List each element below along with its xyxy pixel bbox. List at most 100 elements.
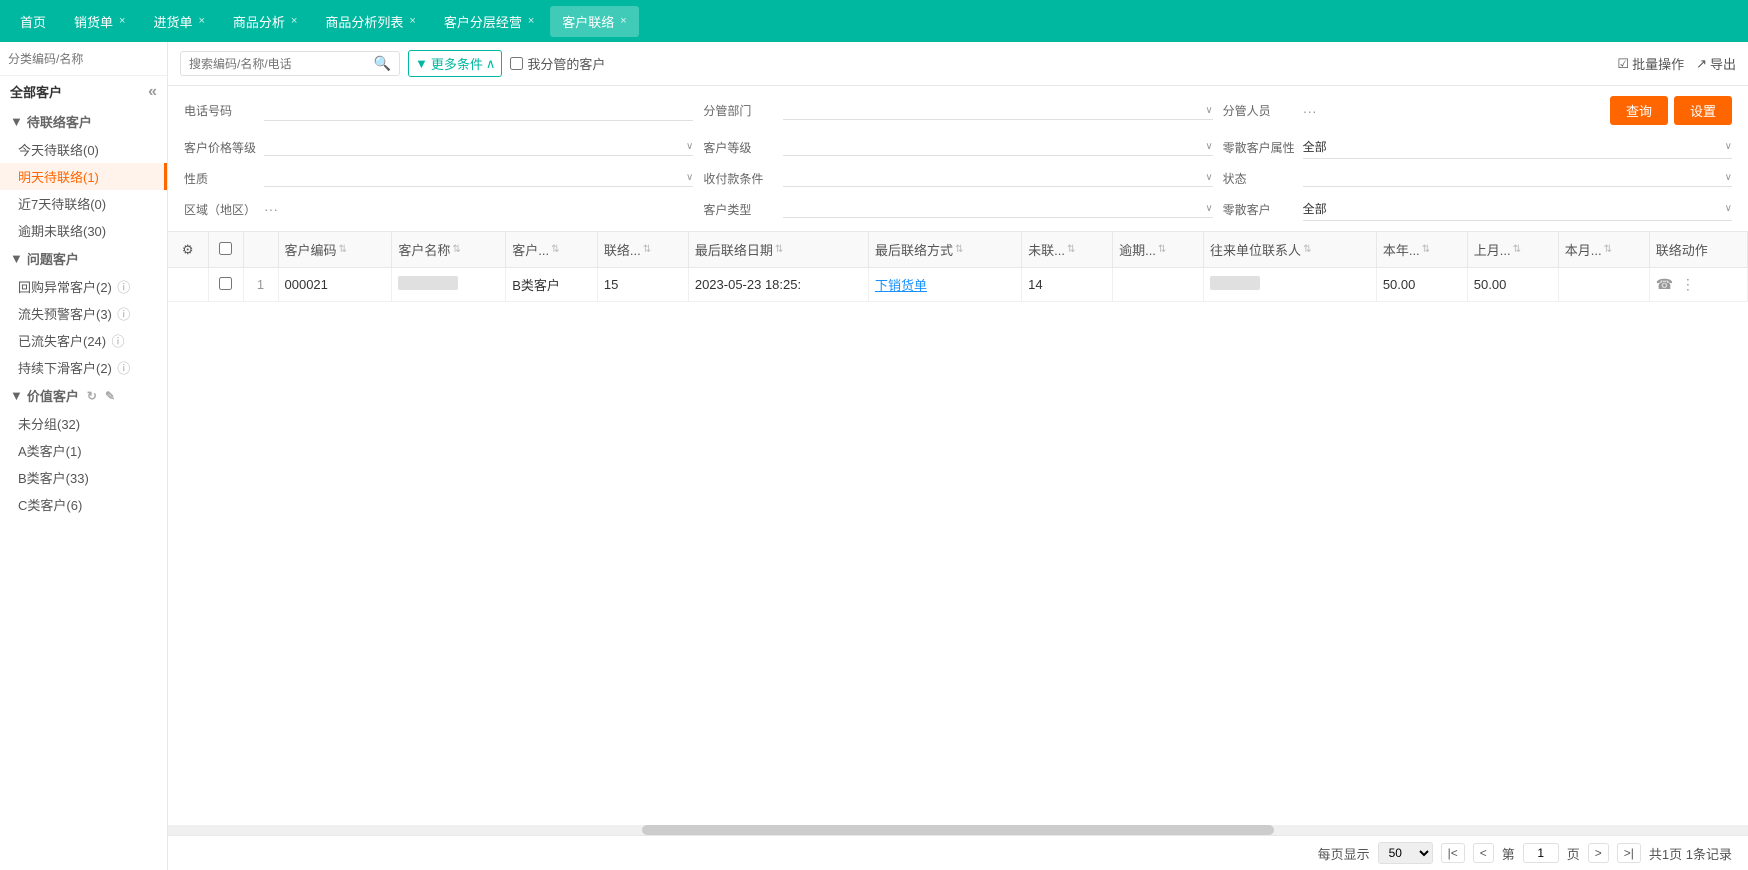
th-last-month[interactable]: 上月... ⇅ — [1467, 232, 1558, 268]
edit-icon[interactable]: ✎ — [105, 389, 115, 403]
close-customer-contact-icon[interactable]: × — [620, 15, 626, 27]
th-contact[interactable]: 联络... ⇅ — [597, 232, 688, 268]
sidebar-item-tomorrow[interactable]: 明天待联络(1) — [0, 163, 167, 190]
close-sales-order-icon[interactable]: × — [119, 15, 125, 27]
next-page-button[interactable]: > — [1588, 843, 1609, 863]
th-this-year[interactable]: 本年... ⇅ — [1376, 232, 1467, 268]
name-blur — [398, 276, 458, 290]
main-layout: 🔍 全部客户 « ▼ 待联络客户 今天待联络(0) 明天待联络(1) 近7天待联… — [0, 42, 1748, 870]
last-page-button[interactable]: >| — [1617, 843, 1641, 863]
person-dots-icon[interactable]: ··· — [1303, 103, 1317, 119]
nav-product-analysis-list[interactable]: 商品分析列表 × — [313, 6, 427, 37]
batch-operation-button[interactable]: ☑ 批量操作 — [1617, 54, 1684, 73]
sidebar-item-overdue[interactable]: 逾期未联络(30) — [0, 217, 167, 244]
dept-label: 分管部门 — [703, 102, 775, 119]
sidebar-search-input[interactable] — [8, 52, 163, 66]
th-overdue[interactable]: 逾期... ⇅ — [1113, 232, 1204, 268]
settings-button[interactable]: 设置 — [1674, 96, 1732, 125]
nature-select[interactable]: ∨ — [264, 169, 693, 187]
dept-arrow-icon: ∨ — [1205, 105, 1212, 116]
table-header-row: ⚙ 客户编码 ⇅ — [168, 232, 1748, 268]
sidebar-item-lost[interactable]: 已流失客户(24) ⓘ — [0, 327, 167, 354]
sidebar-item-today[interactable]: 今天待联络(0) — [0, 136, 167, 163]
sidebar-item-c-class[interactable]: C类客户(6) — [0, 491, 167, 518]
payment-select[interactable]: ∨ — [783, 169, 1212, 187]
filter-nature: 性质 ∨ — [184, 169, 693, 187]
sidebar-item-a-class[interactable]: A类客户(1) — [0, 437, 167, 464]
nav-sales-order[interactable]: 销货单 × — [62, 6, 137, 37]
search-input[interactable] — [189, 57, 370, 71]
close-purchase-order-icon[interactable]: × — [198, 15, 204, 27]
export-button[interactable]: ↗ 导出 — [1696, 54, 1736, 73]
collapse-icon: « — [148, 83, 157, 101]
refresh-icon[interactable]: ↻ — [87, 389, 97, 403]
th-last-method[interactable]: 最后联络方式 ⇅ — [868, 232, 1021, 268]
th-settings[interactable]: ⚙ — [168, 232, 208, 268]
retail-attr-select[interactable]: 全部 ∨ — [1303, 135, 1732, 159]
th-code[interactable]: 客户编码 ⇅ — [278, 232, 392, 268]
page-size-select[interactable]: 50 100 200 — [1378, 842, 1433, 864]
status-select[interactable]: ∨ — [1303, 169, 1732, 187]
price-level-select[interactable]: ∨ — [264, 138, 693, 156]
page-number-input[interactable] — [1523, 843, 1559, 863]
row-this-year: 50.00 — [1376, 268, 1467, 302]
action-more-icon[interactable]: ⋮ — [1681, 276, 1695, 292]
action-phone-icon[interactable]: ☎ — [1656, 276, 1673, 292]
sidebar-item-abnormal[interactable]: 回购异常客户(2) ⓘ — [0, 273, 167, 300]
select-all-checkbox[interactable] — [219, 242, 232, 255]
group-waiting-contact[interactable]: ▼ 待联络客户 — [0, 107, 167, 136]
retail-attr-label: 零散客户属性 — [1223, 139, 1295, 156]
query-button[interactable]: 查询 — [1610, 96, 1668, 125]
more-filter-button[interactable]: ▼ 更多条件 ∧ — [408, 50, 502, 77]
phone-input[interactable] — [264, 100, 693, 121]
my-customers-checkbox[interactable] — [510, 57, 523, 70]
customer-type-select[interactable]: ∨ — [783, 200, 1212, 218]
nav-product-analysis[interactable]: 商品分析 × — [221, 6, 309, 37]
search-icon[interactable]: 🔍 — [374, 55, 391, 72]
status-label: 状态 — [1223, 170, 1295, 187]
region-dots-icon[interactable]: ··· — [264, 201, 278, 217]
retail-customer-select[interactable]: 全部 ∨ — [1303, 197, 1732, 221]
sidebar: 🔍 全部客户 « ▼ 待联络客户 今天待联络(0) 明天待联络(1) 近7天待联… — [0, 42, 168, 870]
content-area: 🔍 ▼ 更多条件 ∧ 我分管的客户 ☑ 批量操作 ↗ 导出 — [168, 42, 1748, 870]
prev-page-button[interactable]: < — [1473, 843, 1494, 863]
group-value-customers[interactable]: ▼ 价值客户 ↻ ✎ — [0, 381, 167, 410]
close-customer-tier-icon[interactable]: × — [528, 15, 534, 27]
sidebar-item-ungrouped[interactable]: 未分组(32) — [0, 410, 167, 437]
th-this-month[interactable]: 本月... ⇅ — [1558, 232, 1649, 268]
close-product-analysis-icon[interactable]: × — [291, 15, 297, 27]
sort-not-contacted-icon: ⇅ — [1067, 244, 1075, 255]
sidebar-item-7days[interactable]: 近7天待联络(0) — [0, 190, 167, 217]
filter-arrow-icon: ∧ — [486, 56, 496, 72]
my-customers-label: 我分管的客户 — [527, 54, 605, 73]
nav-customer-contact[interactable]: 客户联络 × — [550, 6, 638, 37]
th-type[interactable]: 客户... ⇅ — [506, 232, 598, 268]
settings-icon[interactable]: ⚙ — [182, 242, 194, 257]
row-checkbox-cell[interactable] — [208, 268, 243, 302]
th-name[interactable]: 客户名称 ⇅ — [392, 232, 506, 268]
row-checkbox[interactable] — [219, 277, 232, 290]
status-arrow-icon: ∨ — [1725, 172, 1732, 183]
row-last-method: 下销货单 — [868, 268, 1021, 302]
first-page-button[interactable]: |< — [1441, 843, 1465, 863]
customer-level-select[interactable]: ∨ — [783, 138, 1212, 156]
sort-this-year-icon: ⇅ — [1422, 244, 1430, 255]
th-unit-contact[interactable]: 往来单位联系人 ⇅ — [1204, 232, 1377, 268]
last-method-link[interactable]: 下销货单 — [875, 278, 927, 293]
sidebar-item-declining[interactable]: 持续下滑客户(2) ⓘ — [0, 354, 167, 381]
sidebar-item-b-class[interactable]: B类客户(33) — [0, 464, 167, 491]
group-problem-customers[interactable]: ▼ 问题客户 — [0, 244, 167, 273]
nav-purchase-order[interactable]: 进货单 × — [141, 6, 216, 37]
filter-customer-type: 客户类型 ∨ — [703, 200, 1212, 218]
dept-select[interactable]: ∨ — [783, 102, 1212, 120]
export-icon: ↗ — [1696, 56, 1707, 72]
nav-customer-tier[interactable]: 客户分层经营 × — [432, 6, 546, 37]
th-last-date[interactable]: 最后联络日期 ⇅ — [688, 232, 868, 268]
th-checkbox[interactable] — [208, 232, 243, 268]
close-product-analysis-list-icon[interactable]: × — [409, 15, 415, 27]
my-customers-checkbox-label[interactable]: 我分管的客户 — [510, 54, 605, 73]
th-not-contacted[interactable]: 未联... ⇅ — [1022, 232, 1113, 268]
all-customers-title[interactable]: 全部客户 « — [0, 76, 167, 107]
sidebar-item-lost-warning[interactable]: 流失预警客户(3) ⓘ — [0, 300, 167, 327]
nav-home[interactable]: 首页 — [8, 6, 58, 37]
